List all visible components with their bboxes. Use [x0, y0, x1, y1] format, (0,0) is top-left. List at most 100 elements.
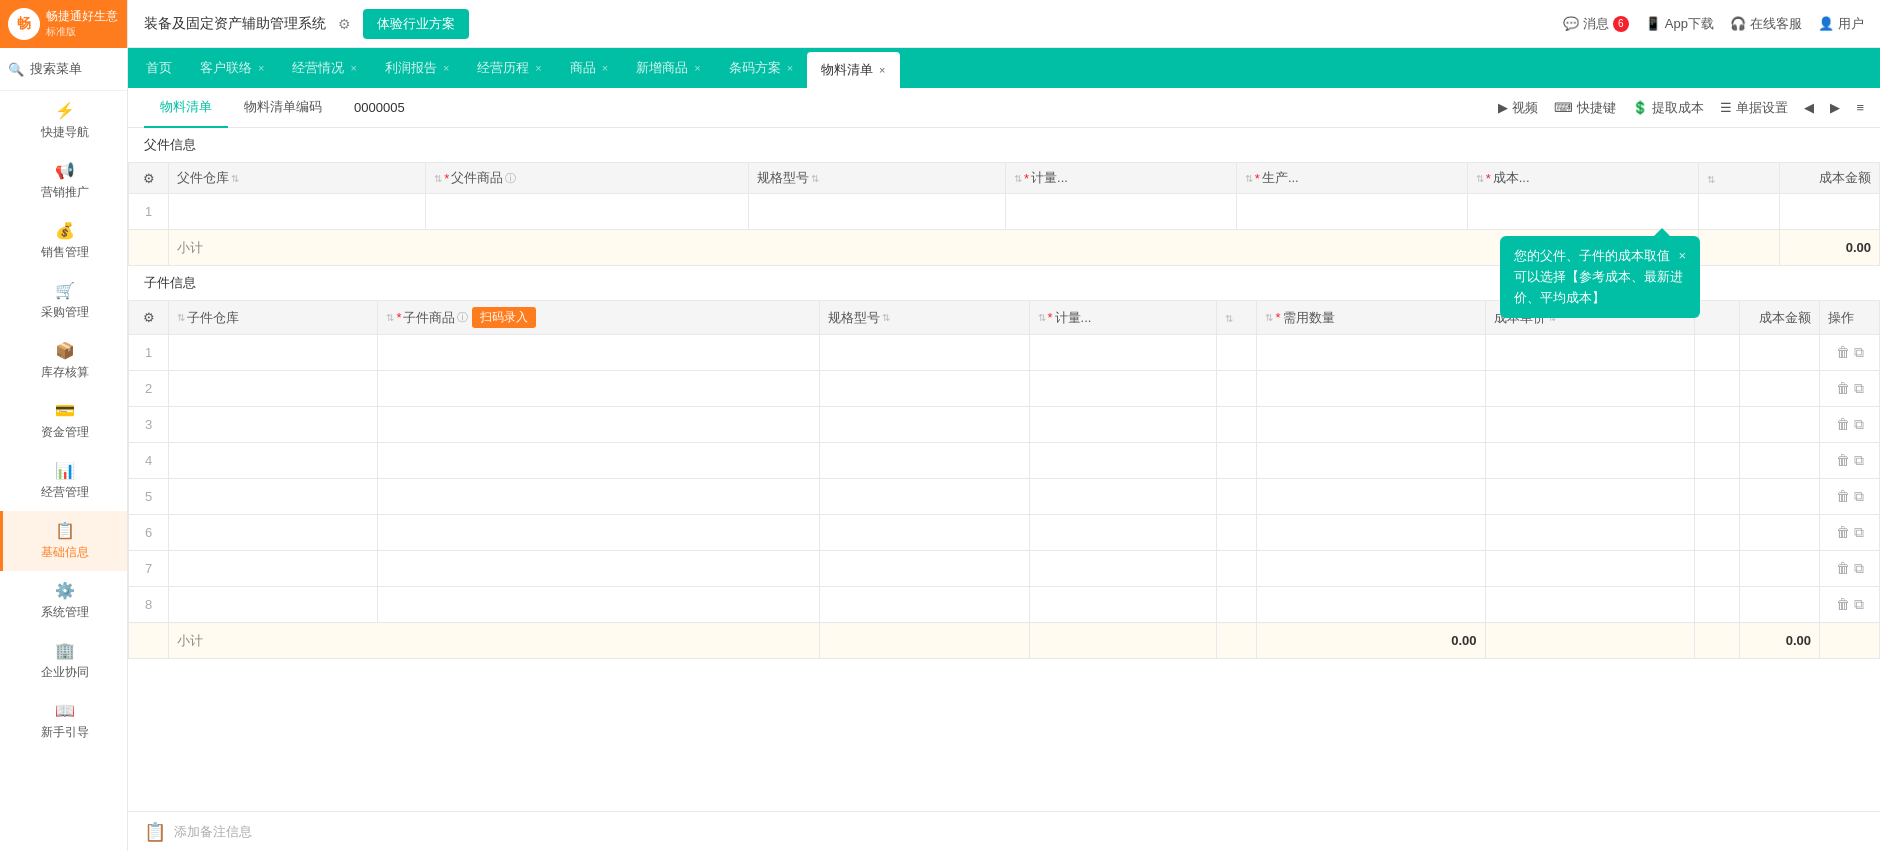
parent-cost-cell[interactable]: [1467, 194, 1698, 230]
tab-profit[interactable]: 利润报告 ×: [371, 48, 463, 88]
child-qty-cell[interactable]: [1257, 371, 1485, 407]
parent-unit-cell[interactable]: [1005, 194, 1236, 230]
parent-th-settings[interactable]: ⚙: [129, 163, 169, 194]
tab-operations[interactable]: 经营情况 ×: [278, 48, 370, 88]
child-unit-cost-cell[interactable]: [1485, 407, 1694, 443]
tab-close-icon[interactable]: ×: [879, 64, 885, 76]
tab-products[interactable]: 商品 ×: [556, 48, 622, 88]
child-product-cell[interactable]: [378, 479, 820, 515]
sidebar-item-inventory[interactable]: 📦 库存核算: [0, 331, 127, 391]
sidebar-item-basic-info[interactable]: 📋 基础信息: [0, 511, 127, 571]
copy-icon[interactable]: ⧉: [1854, 560, 1864, 577]
user-item[interactable]: 👤 用户: [1818, 15, 1864, 33]
child-product-cell[interactable]: [378, 443, 820, 479]
child-warehouse-cell[interactable]: [169, 371, 378, 407]
child-product-cell[interactable]: [378, 371, 820, 407]
child-spec-cell[interactable]: [820, 515, 1029, 551]
tab-close-icon[interactable]: ×: [535, 62, 541, 74]
shortcut-btn[interactable]: ⌨ 快捷键: [1554, 99, 1616, 117]
tab-history[interactable]: 经营历程 ×: [463, 48, 555, 88]
app-download-item[interactable]: 📱 App下载: [1645, 15, 1714, 33]
child-unit-cost-cell[interactable]: [1485, 479, 1694, 515]
delete-icon[interactable]: 🗑: [1836, 488, 1850, 505]
scan-input-button[interactable]: 扫码录入: [472, 307, 536, 328]
delete-icon[interactable]: 🗑: [1836, 380, 1850, 397]
child-unit-cost-cell[interactable]: [1485, 515, 1694, 551]
menu-icon[interactable]: ≡: [1856, 100, 1864, 115]
child-unit-cell[interactable]: [1029, 335, 1217, 371]
child-unit-cost-cell[interactable]: [1485, 587, 1694, 623]
tab-bom[interactable]: 物料清单 ×: [807, 52, 899, 88]
child-unit-cell[interactable]: [1029, 515, 1217, 551]
delete-icon[interactable]: 🗑: [1836, 344, 1850, 361]
tab-close-icon[interactable]: ×: [443, 62, 449, 74]
child-unit-cost-cell[interactable]: [1485, 443, 1694, 479]
child-spec-cell[interactable]: [820, 587, 1029, 623]
child-unit-cell[interactable]: [1029, 551, 1217, 587]
tab-close-icon[interactable]: ×: [787, 62, 793, 74]
extract-cost-btn[interactable]: 💲 提取成本: [1632, 99, 1704, 117]
sidebar-item-finance[interactable]: 💳 资金管理: [0, 391, 127, 451]
child-unit-cell[interactable]: [1029, 587, 1217, 623]
sidebar-item-operations[interactable]: 📊 经营管理: [0, 451, 127, 511]
tab-close-icon[interactable]: ×: [350, 62, 356, 74]
delete-icon[interactable]: 🗑: [1836, 452, 1850, 469]
child-unit-cell[interactable]: [1029, 479, 1217, 515]
child-qty-cell[interactable]: [1257, 335, 1485, 371]
tab-close-icon[interactable]: ×: [694, 62, 700, 74]
child-warehouse-cell[interactable]: [169, 587, 378, 623]
parent-warehouse-cell[interactable]: [169, 194, 426, 230]
child-unit-cell[interactable]: [1029, 443, 1217, 479]
child-product-cell[interactable]: [378, 587, 820, 623]
copy-icon[interactable]: ⧉: [1854, 524, 1864, 541]
child-qty-cell[interactable]: [1257, 551, 1485, 587]
sidebar-item-marketing[interactable]: 📢 营销推广: [0, 151, 127, 211]
child-warehouse-cell[interactable]: [169, 335, 378, 371]
tab-close-icon[interactable]: ×: [258, 62, 264, 74]
settings-gear-icon[interactable]: ⚙: [338, 16, 351, 32]
parent-product-cell[interactable]: [426, 194, 749, 230]
sidebar-item-sales[interactable]: 💰 销售管理: [0, 211, 127, 271]
child-spec-cell[interactable]: [820, 335, 1029, 371]
child-warehouse-cell[interactable]: [169, 443, 378, 479]
child-unit-cost-cell[interactable]: [1485, 551, 1694, 587]
sidebar-item-purchase[interactable]: 🛒 采购管理: [0, 271, 127, 331]
search-menu-button[interactable]: 🔍 搜索菜单: [8, 56, 119, 82]
copy-icon[interactable]: ⧉: [1854, 488, 1864, 505]
child-warehouse-cell[interactable]: [169, 551, 378, 587]
child-spec-cell[interactable]: [820, 443, 1029, 479]
child-unit-cost-cell[interactable]: [1485, 371, 1694, 407]
child-spec-cell[interactable]: [820, 371, 1029, 407]
child-unit-cell[interactable]: [1029, 371, 1217, 407]
next-arrow[interactable]: ▶: [1830, 100, 1840, 115]
child-qty-cell[interactable]: [1257, 515, 1485, 551]
doc-settings-btn[interactable]: ☰ 单据设置: [1720, 99, 1788, 117]
child-warehouse-cell[interactable]: [169, 479, 378, 515]
copy-icon[interactable]: ⧉: [1854, 596, 1864, 613]
child-warehouse-cell[interactable]: [169, 515, 378, 551]
parent-production-cell[interactable]: [1236, 194, 1467, 230]
child-th-settings[interactable]: ⚙: [129, 301, 169, 335]
sidebar-search-area[interactable]: 🔍 搜索菜单: [0, 48, 127, 91]
child-unit-cell[interactable]: [1029, 407, 1217, 443]
delete-icon[interactable]: 🗑: [1836, 560, 1850, 577]
child-product-cell[interactable]: [378, 407, 820, 443]
child-product-cell[interactable]: [378, 515, 820, 551]
info-icon[interactable]: ⓘ: [457, 310, 468, 325]
trial-button[interactable]: 体验行业方案: [363, 9, 469, 39]
child-qty-cell[interactable]: [1257, 407, 1485, 443]
child-spec-cell[interactable]: [820, 479, 1029, 515]
sub-tab-bom[interactable]: 物料清单: [144, 88, 228, 128]
delete-icon[interactable]: 🗑: [1836, 524, 1850, 541]
sub-tab-bom-code[interactable]: 物料清单编码: [228, 88, 338, 128]
sidebar-item-guide[interactable]: 📖 新手引导: [0, 691, 127, 751]
child-spec-cell[interactable]: [820, 551, 1029, 587]
info-icon[interactable]: ⓘ: [505, 171, 516, 186]
copy-icon[interactable]: ⧉: [1854, 380, 1864, 397]
prev-arrow[interactable]: ◀: [1804, 100, 1814, 115]
child-qty-cell[interactable]: [1257, 443, 1485, 479]
sidebar-item-system[interactable]: ⚙️ 系统管理: [0, 571, 127, 631]
child-warehouse-cell[interactable]: [169, 407, 378, 443]
child-product-cell[interactable]: [378, 551, 820, 587]
delete-icon[interactable]: 🗑: [1836, 596, 1850, 613]
